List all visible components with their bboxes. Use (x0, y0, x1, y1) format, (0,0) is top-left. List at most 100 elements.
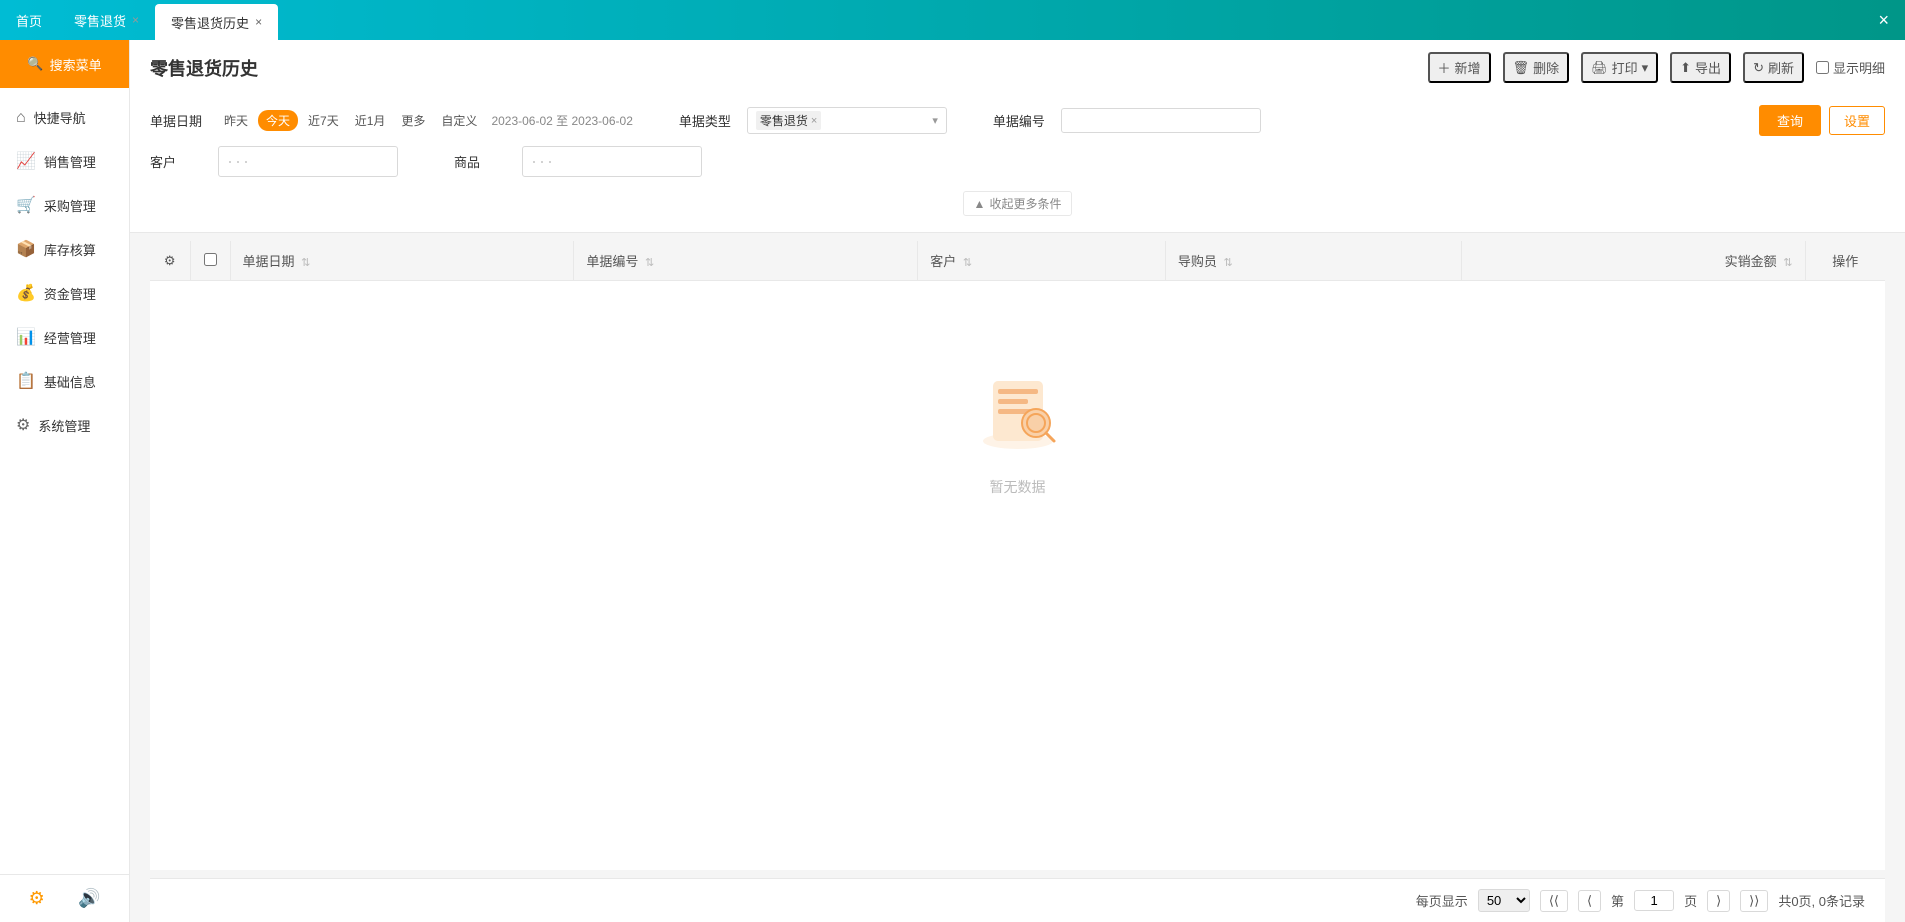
doc-no-label: 单据编号 (993, 111, 1053, 130)
page-last-button[interactable]: ⟩⟩ (1740, 890, 1768, 912)
goods-filter-group: 商品 ··· (454, 146, 702, 177)
page-next-button[interactable]: ⟩ (1707, 890, 1730, 912)
th-doc-date[interactable]: 单据日期 ⇅ (230, 241, 574, 281)
collapse-button[interactable]: ▲ 收起更多条件 (963, 191, 1073, 216)
add-icon: ＋ (1438, 58, 1451, 77)
print-button[interactable]: 🖨 打印 ▾ (1581, 52, 1658, 83)
sidebar-item-label-7: 系统管理 (38, 416, 90, 435)
refresh-button[interactable]: ↻ 刷新 (1743, 52, 1804, 83)
sort-guide-icon: ⇅ (1223, 257, 1232, 269)
sidebar-item-label-3: 库存核算 (44, 240, 96, 259)
purchase-icon: 🛒 (16, 195, 36, 215)
per-page-label: 每页显示 (1416, 891, 1468, 910)
sidebar-footer: ⚙ 🔊 (0, 874, 129, 922)
empty-text: 暂无数据 (990, 477, 1046, 497)
query-button[interactable]: 查询 (1759, 105, 1821, 136)
th-operation-label: 操作 (1832, 254, 1858, 269)
data-table: ⚙ 单据日期 ⇅ 单据编号 ⇅ (150, 241, 1885, 577)
date-option-7days[interactable]: 近7天 (302, 110, 345, 131)
total-info: 共0页, 0条记录 (1778, 891, 1865, 910)
collapse-up-icon: ▲ (974, 197, 986, 211)
sidebar-item-purchase[interactable]: 🛒 采购管理 (0, 183, 129, 227)
date-option-today[interactable]: 今天 (258, 110, 298, 131)
page-actions: ＋ 新增 🗑 删除 🖨 打印 ▾ ⬆ 导出 (1428, 52, 1885, 83)
delete-icon: 🗑 (1513, 60, 1530, 76)
sidebar-item-label-6: 基础信息 (44, 372, 96, 391)
home-icon: ⌂ (16, 109, 26, 127)
date-range-text: 2023-06-02 至 2023-06-02 (491, 112, 632, 129)
date-option-more[interactable]: 更多 (395, 110, 431, 131)
sidebar-item-label-0: 快捷导航 (34, 108, 86, 127)
export-button[interactable]: ⬆ 导出 (1670, 52, 1731, 83)
page-title: 零售退货历史 (150, 55, 258, 81)
display-detail-checkbox[interactable] (1816, 61, 1829, 74)
content-inner: ⚙ 单据日期 ⇅ 单据编号 ⇅ (130, 233, 1905, 922)
th-customer[interactable]: 客户 ⇅ (918, 241, 1166, 281)
sidebar-search[interactable]: 🔍 搜索菜单 (0, 40, 129, 88)
th-guide[interactable]: 导购员 ⇅ (1165, 241, 1461, 281)
gear-icon[interactable]: ⚙ (29, 888, 45, 909)
tab-bar: 首页 零售退货 × 零售退货历史 × (0, 0, 1862, 40)
tab-retail-return[interactable]: 零售退货 × (58, 0, 155, 40)
add-label: 新增 (1455, 58, 1481, 77)
th-customer-label: 客户 (930, 254, 956, 269)
customer-input[interactable]: ··· (218, 146, 398, 177)
sidebar-item-management[interactable]: 📊 经营管理 (0, 315, 129, 359)
delete-button[interactable]: 🗑 删除 (1503, 52, 1570, 83)
page-suffix: 页 (1684, 891, 1697, 910)
date-filter-group: 单据日期 昨天 今天 近7天 近1月 更多 自定义 2023-06-02 至 2… (150, 110, 633, 131)
sidebar-item-quick-nav[interactable]: ⌂ 快捷导航 (0, 96, 129, 139)
table-settings-icon[interactable]: ⚙ (164, 253, 176, 268)
print-arrow-icon: ▾ (1642, 60, 1649, 76)
date-option-custom[interactable]: 自定义 (435, 110, 483, 131)
window-close-button[interactable]: × (1862, 10, 1905, 31)
sidebar-item-label-4: 资金管理 (44, 284, 96, 303)
sidebar-item-finance[interactable]: 💰 资金管理 (0, 271, 129, 315)
table-header: ⚙ 单据日期 ⇅ 单据编号 ⇅ (150, 241, 1885, 281)
sidebar-item-inventory[interactable]: 📦 库存核算 (0, 227, 129, 271)
per-page-select[interactable]: 50 100 200 (1478, 889, 1530, 912)
sales-icon: 📈 (16, 151, 36, 171)
page-first-button[interactable]: ⟨⟨ (1540, 890, 1568, 912)
sort-amount-icon: ⇅ (1783, 257, 1792, 269)
date-option-1month[interactable]: 近1月 (349, 110, 392, 131)
sidebar-item-sales[interactable]: 📈 销售管理 (0, 139, 129, 183)
tab-retail-return-label: 零售退货 (74, 11, 126, 30)
doc-no-filter-group: 单据编号 (993, 108, 1261, 133)
doc-no-input[interactable] (1061, 108, 1261, 133)
filter-row-1: 单据日期 昨天 今天 近7天 近1月 更多 自定义 2023-06-02 至 2… (150, 105, 1885, 136)
settings-button[interactable]: 设置 (1829, 106, 1885, 135)
doc-type-select[interactable]: 零售退货 × ▾ (747, 107, 947, 134)
add-button[interactable]: ＋ 新增 (1428, 52, 1491, 83)
th-operation: 操作 (1805, 241, 1885, 281)
th-doc-no[interactable]: 单据编号 ⇅ (574, 241, 918, 281)
page-number-input[interactable] (1634, 890, 1674, 911)
th-amount[interactable]: 实销金额 ⇅ (1461, 241, 1805, 281)
customer-label: 客户 (150, 152, 210, 171)
sidebar-item-basic-info[interactable]: 📋 基础信息 (0, 359, 129, 403)
doc-type-tag: 零售退货 × (756, 111, 821, 130)
collapse-row: ▲ 收起更多条件 (150, 187, 1885, 224)
sidebar-item-system[interactable]: ⚙ 系统管理 (0, 403, 129, 447)
display-detail-check[interactable]: 显示明细 (1816, 58, 1885, 77)
search-icon: 🔍 (27, 56, 43, 72)
tab-retail-return-history-close[interactable]: × (255, 15, 262, 29)
page-prev-button[interactable]: ⟨ (1578, 890, 1601, 912)
sidebar-item-label-2: 采购管理 (44, 196, 96, 215)
date-option-yesterday[interactable]: 昨天 (218, 110, 254, 131)
goods-input[interactable]: ··· (522, 146, 702, 177)
th-settings[interactable]: ⚙ (150, 241, 190, 281)
management-icon: 📊 (16, 327, 36, 347)
content-area: 零售退货历史 ＋ 新增 🗑 删除 🖨 打印 ▾ (130, 40, 1905, 922)
volume-icon[interactable]: 🔊 (78, 888, 100, 909)
th-checkbox[interactable] (190, 241, 230, 281)
doc-type-tag-close[interactable]: × (811, 115, 817, 127)
tab-retail-return-history-label: 零售退货历史 (171, 13, 249, 32)
th-amount-label: 实销金额 (1725, 254, 1777, 269)
tab-retail-return-history[interactable]: 零售退货历史 × (155, 4, 278, 40)
system-icon: ⚙ (16, 415, 30, 435)
select-all-checkbox[interactable] (204, 253, 217, 266)
tab-home[interactable]: 首页 (0, 0, 58, 40)
tab-retail-return-close[interactable]: × (132, 13, 139, 27)
th-guide-label: 导购员 (1178, 254, 1217, 269)
